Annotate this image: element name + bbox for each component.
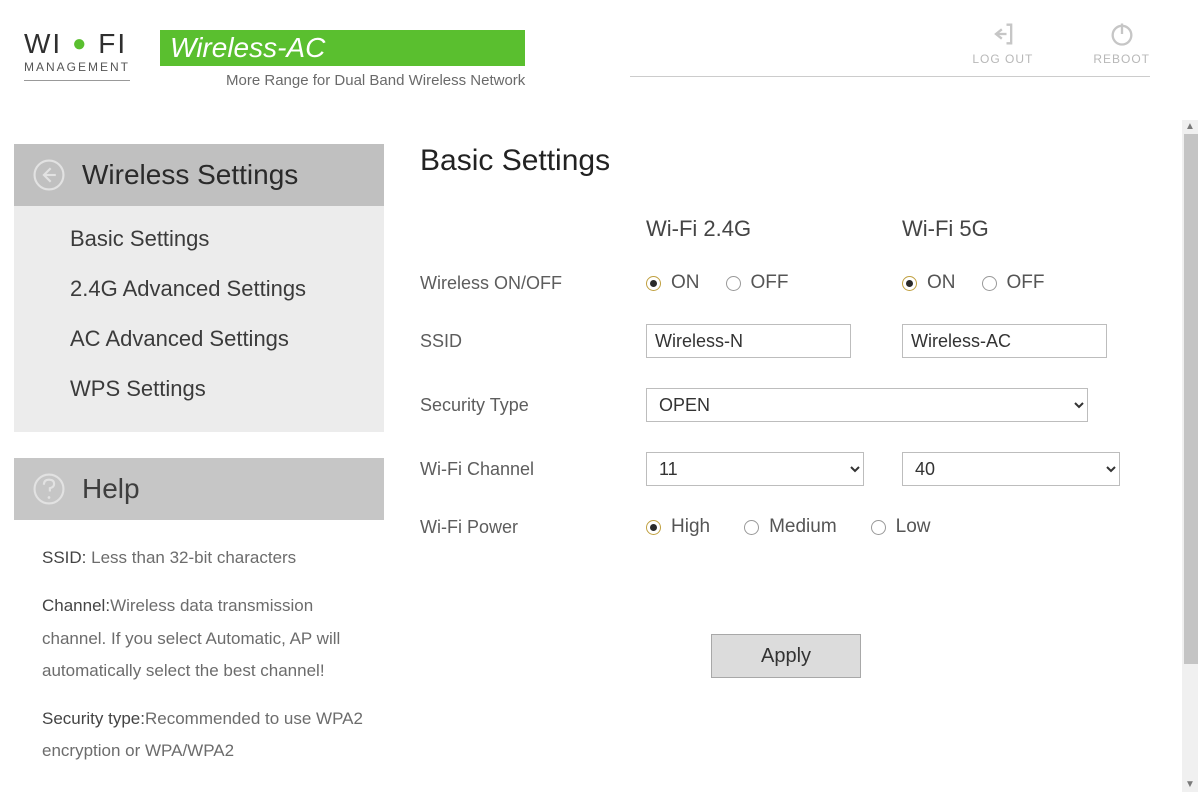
apply-button[interactable]: Apply (711, 634, 861, 678)
sidebar-item-24g-advanced[interactable]: 2.4G Advanced Settings (70, 276, 384, 302)
onoff-5g-group: ON OFF (902, 272, 1152, 294)
radio-icon (982, 276, 997, 291)
onoff-24g-group: ON OFF (646, 272, 896, 294)
sidebar: Wireless Settings Basic Settings 2.4G Ad… (14, 144, 384, 810)
sidebar-list: Basic Settings 2.4G Advanced Settings AC… (14, 206, 384, 432)
help-channel-label: Channel: (42, 596, 110, 615)
label-channel: Wi-Fi Channel (420, 459, 640, 480)
radio-24g-on[interactable]: ON (646, 272, 700, 294)
radio-icon (646, 276, 661, 291)
security-type-select[interactable]: OPEN (646, 388, 1088, 422)
radio-power-low[interactable]: Low (871, 516, 931, 538)
sidebar-title: Wireless Settings (82, 159, 298, 191)
channel-5g-select[interactable]: 40 (902, 452, 1120, 486)
help-header[interactable]: Help (14, 458, 384, 520)
help-ssid-text: Less than 32-bit characters (86, 548, 296, 567)
radio-icon (646, 520, 661, 535)
radio-icon (726, 276, 741, 291)
brand-block: Wireless-AC More Range for Dual Band Wir… (160, 30, 525, 89)
radio-24g-off[interactable]: OFF (726, 272, 789, 294)
column-header-24g: Wi-Fi 2.4G (646, 216, 896, 242)
help-icon (32, 472, 66, 506)
reboot-label: REBOOT (1093, 52, 1150, 66)
logout-icon (989, 20, 1017, 48)
radio-icon (871, 520, 886, 535)
radio-power-high[interactable]: High (646, 516, 710, 538)
reboot-button[interactable]: REBOOT (1093, 20, 1150, 66)
logo-subtitle: MANAGEMENT (24, 60, 130, 74)
power-icon (1108, 20, 1136, 48)
logo: WI ● FI MANAGEMENT (24, 30, 130, 81)
ssid-5g-input[interactable] (902, 324, 1107, 358)
logo-text-post: FI (98, 28, 127, 59)
radio-icon (744, 520, 759, 535)
power-group: High Medium Low (646, 516, 1152, 538)
radio-icon (902, 276, 917, 291)
brand-badge: Wireless-AC (160, 30, 525, 66)
sidebar-item-wps[interactable]: WPS Settings (70, 376, 384, 402)
channel-24g-select[interactable]: 11 (646, 452, 864, 486)
scrollbar-thumb[interactable] (1184, 134, 1198, 664)
label-security-type: Security Type (420, 395, 640, 416)
sidebar-header[interactable]: Wireless Settings (14, 144, 384, 206)
sidebar-item-basic[interactable]: Basic Settings (70, 226, 384, 252)
header: WI ● FI MANAGEMENT Wireless-AC More Rang… (0, 0, 1200, 100)
logo-dot-icon: ● (72, 30, 89, 57)
help-body: SSID: Less than 32-bit characters Channe… (14, 520, 384, 784)
label-power: Wi-Fi Power (420, 517, 640, 538)
logout-button[interactable]: LOG OUT (972, 20, 1033, 66)
radio-power-medium[interactable]: Medium (744, 516, 837, 538)
brand-tagline: More Range for Dual Band Wireless Networ… (226, 72, 525, 89)
radio-5g-on[interactable]: ON (902, 272, 956, 294)
back-arrow-icon (32, 158, 66, 192)
ssid-24g-input[interactable] (646, 324, 851, 358)
label-ssid: SSID (420, 331, 640, 352)
help-ssid-label: SSID: (42, 548, 86, 567)
help-security-label: Security type: (42, 709, 145, 728)
main-panel: Basic Settings Wi-Fi 2.4G Wi-Fi 5G Wirel… (384, 144, 1200, 810)
help-title: Help (82, 473, 140, 505)
scroll-down-icon[interactable]: ▼ (1182, 778, 1198, 792)
sidebar-item-ac-advanced[interactable]: AC Advanced Settings (70, 326, 384, 352)
logo-text-pre: WI (24, 28, 62, 59)
radio-5g-off[interactable]: OFF (982, 272, 1045, 294)
logout-label: LOG OUT (972, 52, 1033, 66)
scroll-up-icon[interactable]: ▲ (1182, 120, 1198, 134)
column-header-5g: Wi-Fi 5G (902, 216, 1152, 242)
header-actions: LOG OUT REBOOT (630, 20, 1150, 77)
label-wireless-onoff: Wireless ON/OFF (420, 273, 640, 294)
page-title: Basic Settings (420, 144, 1160, 178)
